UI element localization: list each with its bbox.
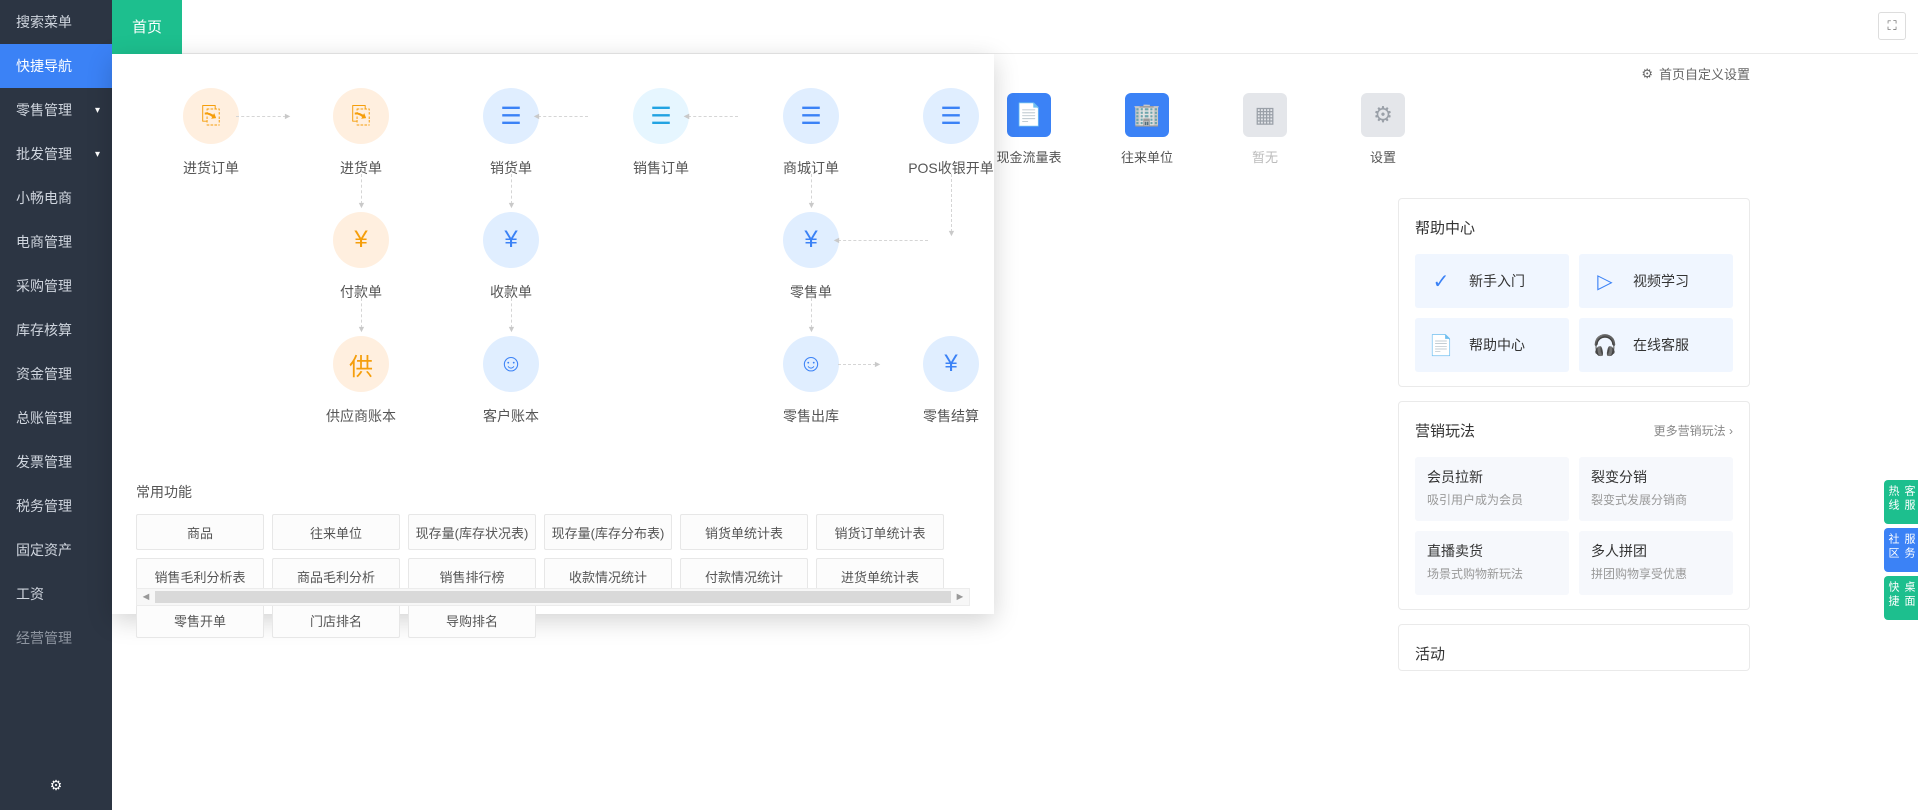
activity-title: 活动 (1415, 643, 1445, 664)
scroll-right-icon[interactable]: ► (951, 591, 969, 603)
help-video[interactable]: ▷视频学习 (1579, 254, 1733, 308)
mkt-title: 营销玩法 (1415, 420, 1475, 441)
btn-store-rank[interactable]: 门店排名 (272, 602, 400, 638)
sidebar-item-retail[interactable]: 零售管理▾ (0, 88, 112, 132)
btn-salesorder-stat[interactable]: 销货订单统计表 (816, 514, 944, 550)
sidebar-item-ecom2[interactable]: 电商管理 (0, 220, 112, 264)
side-cards: 帮助中心 ✓新手入门 ▷视频学习 📄帮助中心 🎧在线客服 营销玩法 更多营销玩法… (1398, 198, 1750, 685)
building-icon: 🏢 (1125, 93, 1169, 137)
help-title: 帮助中心 (1415, 217, 1475, 238)
sidebar-item-procure[interactable]: 采购管理 (0, 264, 112, 308)
video-icon: ▷ (1591, 267, 1619, 295)
headset-icon: 🎧 (1591, 331, 1619, 359)
doc-icon: 📄 (1427, 331, 1455, 359)
marketing-card: 营销玩法 更多营销玩法 › 会员拉新吸引用户成为会员 裂变分销裂变式发展分销商 … (1398, 401, 1750, 610)
node-retail-outbound[interactable]: ☺零售出库 (736, 336, 886, 426)
quick-partners[interactable]: 🏢往来单位 (1112, 93, 1182, 166)
float-desktop[interactable]: 桌面快捷 (1884, 576, 1918, 620)
btn-partners[interactable]: 往来单位 (272, 514, 400, 550)
btn-retail-open[interactable]: 零售开单 (136, 602, 264, 638)
fullscreen-icon[interactable]: ⛶ (1878, 12, 1906, 40)
btn-stock-dist[interactable]: 现存量(库存分布表) (544, 514, 672, 550)
gear-icon: ⚙ (1361, 93, 1405, 137)
node-receipt[interactable]: ¥收款单 (436, 212, 586, 302)
btn-product[interactable]: 商品 (136, 514, 264, 550)
mkt-live[interactable]: 直播卖货场景式购物新玩法 (1415, 531, 1569, 595)
customize-link[interactable]: ⚙首页自定义设置 (994, 64, 1750, 83)
common-button-grid: 商品 往来单位 现存量(库存状况表) 现存量(库存分布表) 销货单统计表 销货订… (136, 514, 970, 638)
settings-gear-icon[interactable]: ⚙ (0, 770, 112, 800)
sidebar: 搜索菜单 快捷导航 零售管理▾ 批发管理▾ 小畅电商 电商管理 采购管理 库存核… (0, 0, 112, 810)
common-functions: 常用功能 商品 往来单位 现存量(库存状况表) 现存量(库存分布表) 销货单统计… (136, 482, 970, 638)
mkt-group[interactable]: 多人拼团拼团购物享受优惠 (1579, 531, 1733, 595)
tab-home[interactable]: 首页 (112, 0, 182, 54)
btn-sales-stat[interactable]: 销货单统计表 (680, 514, 808, 550)
tabbar: 首页 ⛶ (112, 0, 1918, 54)
sidebar-item-assets[interactable]: 固定资产 (0, 528, 112, 572)
node-sales-order[interactable]: ☰销售订单 (586, 88, 736, 178)
help-center-card: 帮助中心 ✓新手入门 ▷视频学习 📄帮助中心 🎧在线客服 (1398, 198, 1750, 387)
node-mall-order[interactable]: ☰商城订单 (736, 88, 886, 178)
mkt-fission[interactable]: 裂变分销裂变式发展分销商 (1579, 457, 1733, 521)
node-customer-ledger[interactable]: ☺客户账本 (436, 336, 586, 426)
node-supplier-ledger[interactable]: 供供应商账本 (286, 336, 436, 426)
quick-settings[interactable]: ⚙设置 (1348, 93, 1418, 166)
node-sales-bill[interactable]: ☰销货单 (436, 88, 586, 178)
quick-empty[interactable]: ▦暂无 (1230, 93, 1300, 166)
sidebar-search[interactable]: 搜索菜单 (0, 0, 112, 44)
quicknav-flyout: ⎘进货订单 ⎘进货单 ☰销货单 ☰销售订单 ☰商城订单 ☰POS收银开单 ¥付款… (112, 54, 994, 614)
quick-actions: ⚙首页自定义设置 📄现金流量表 🏢往来单位 ▦暂无 ⚙设置 (994, 64, 1750, 166)
node-retail-bill[interactable]: ¥零售单 (736, 212, 886, 302)
node-purchase-bill[interactable]: ⎘进货单 (286, 88, 436, 178)
node-retail-settle[interactable]: ¥零售结算 (876, 336, 1026, 426)
sidebar-item-ledger[interactable]: 总账管理 (0, 396, 112, 440)
node-payment[interactable]: ¥付款单 (286, 212, 436, 302)
chevron-down-icon: ▾ (95, 149, 100, 160)
common-title: 常用功能 (136, 482, 970, 502)
btn-stock-status[interactable]: 现存量(库存状况表) (408, 514, 536, 550)
sidebar-item-biz[interactable]: 经营管理 (0, 616, 112, 660)
float-community[interactable]: 服务社区 (1884, 528, 1918, 572)
node-pos-checkout[interactable]: ☰POS收银开单 (876, 88, 1026, 178)
sidebar-item-invoice[interactable]: 发票管理 (0, 440, 112, 484)
sidebar-item-quicknav[interactable]: 快捷导航 (0, 44, 112, 88)
gear-icon: ⚙ (1641, 66, 1653, 82)
horizontal-scrollbar[interactable]: ◄ ► (136, 588, 970, 606)
node-purchase-order[interactable]: ⎘进货订单 (136, 88, 286, 178)
sidebar-item-salary[interactable]: 工资 (0, 572, 112, 616)
mkt-member[interactable]: 会员拉新吸引用户成为会员 (1415, 457, 1569, 521)
scroll-thumb[interactable] (155, 591, 951, 603)
sidebar-item-wholesale[interactable]: 批发管理▾ (0, 132, 112, 176)
btn-guide-rank[interactable]: 导购排名 (408, 602, 536, 638)
floating-tabs: 客服热线 服务社区 桌面快捷 (1884, 480, 1918, 620)
sidebar-item-ecom1[interactable]: 小畅电商 (0, 176, 112, 220)
sidebar-item-funds[interactable]: 资金管理 (0, 352, 112, 396)
help-beginner[interactable]: ✓新手入门 (1415, 254, 1569, 308)
workflow-diagram: ⎘进货订单 ⎘进货单 ☰销货单 ☰销售订单 ☰商城订单 ☰POS收银开单 ¥付款… (136, 88, 970, 478)
help-support[interactable]: 🎧在线客服 (1579, 318, 1733, 372)
placeholder-icon: ▦ (1243, 93, 1287, 137)
help-center[interactable]: 📄帮助中心 (1415, 318, 1569, 372)
sidebar-item-inventory[interactable]: 库存核算 (0, 308, 112, 352)
check-icon: ✓ (1427, 267, 1455, 295)
sidebar-item-tax[interactable]: 税务管理 (0, 484, 112, 528)
chevron-down-icon: ▾ (95, 105, 100, 116)
mkt-more-link[interactable]: 更多营销玩法 › (1654, 422, 1733, 439)
scroll-left-icon[interactable]: ◄ (137, 591, 155, 603)
activity-card: 活动 (1398, 624, 1750, 671)
float-hotline[interactable]: 客服热线 (1884, 480, 1918, 524)
